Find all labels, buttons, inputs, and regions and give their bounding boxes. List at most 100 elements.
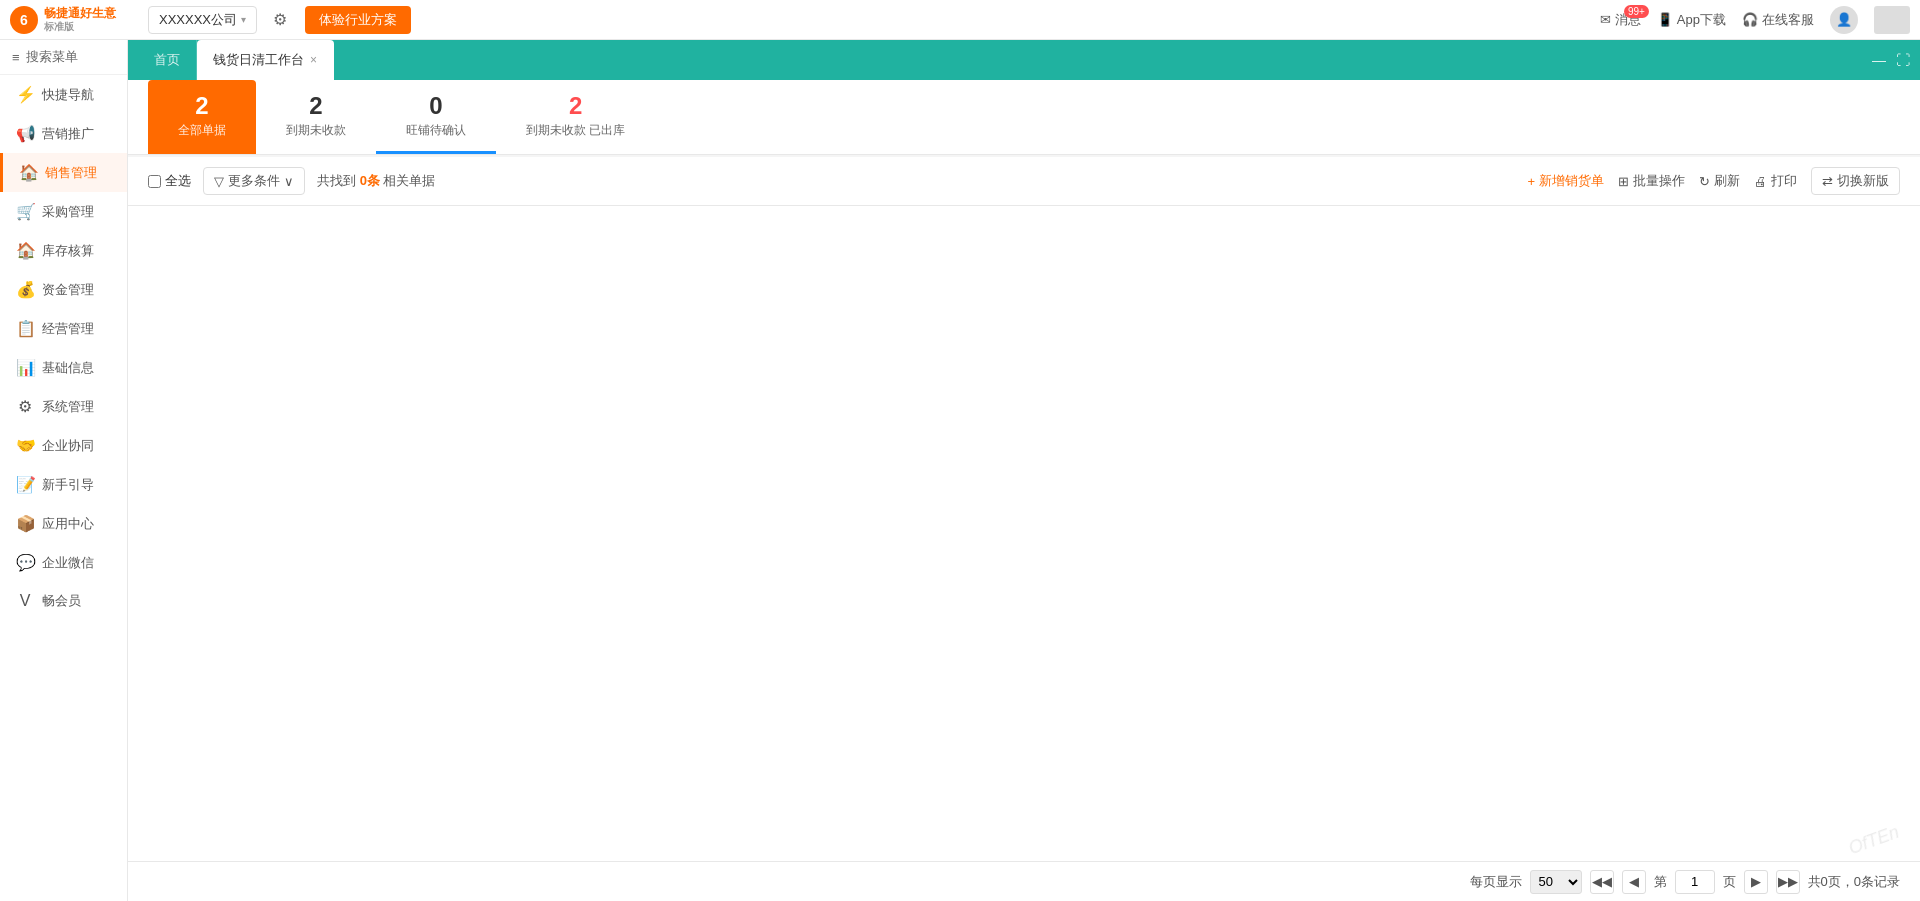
content-area [128,206,1920,901]
sidebar-item-label-system: 系统管理 [42,398,94,416]
operation-icon: 📋 [16,319,34,338]
stat-label-all: 全部单据 [178,122,226,139]
filter-arrow: ∨ [284,174,294,189]
tab-money-goods[interactable]: 钱货日清工作台 × [197,40,334,80]
app-download-label: App下载 [1677,11,1726,29]
stat-num-pending: 0 [429,92,442,120]
stats-tabs: 2 全部单据 2 到期未收款 0 旺铺待确认 2 到期未收款 已出库 [128,80,1920,155]
tab-minimize-btn[interactable]: — [1872,52,1886,68]
refresh-label: 刷新 [1714,172,1740,190]
sidebar-item-inventory[interactable]: 🏠 库存核算 [0,231,127,270]
page-label-di: 第 [1654,873,1667,891]
sidebar-item-basic-info[interactable]: 📊 基础信息 [0,348,127,387]
filter-label: 更多条件 [228,172,280,190]
stat-num-overdue: 2 [309,92,322,120]
sidebar-item-label-marketing: 营销推广 [42,125,94,143]
search-menu-item[interactable]: ≡ 搜索菜单 [0,40,127,75]
filter-icon: ▽ [214,174,224,189]
toolbar: 全选 ▽ 更多条件 ∨ 共找到 0条 相关单据 + 新增销货单 ⊞ 批量操作 ↻… [128,157,1920,206]
message-badge: 99+ [1624,5,1649,18]
basic-info-icon: 📊 [16,358,34,377]
tab-close-icon[interactable]: × [310,53,317,67]
system-icon: ⚙ [16,397,34,416]
sidebar-item-guide[interactable]: 📝 新手引导 [0,465,127,504]
cooperation-icon: 🤝 [16,436,34,455]
sidebar-item-label-cooperation: 企业协同 [42,437,94,455]
switch-icon: ⇄ [1822,174,1833,189]
toolbar-right: + 新增销货单 ⊞ 批量操作 ↻ 刷新 🖨 打印 ⇄ 切换新版 [1527,167,1900,195]
company-selector[interactable]: XXXXXX公司 ▾ [148,6,257,34]
page-label: 页 [1723,873,1736,891]
sidebar-item-quick-nav[interactable]: ⚡ 快捷导航 [0,75,127,114]
user-avatar[interactable]: 👤 [1830,6,1858,34]
stat-tab-shipped[interactable]: 2 到期未收款 已出库 [496,80,655,154]
select-all-input[interactable] [148,175,161,188]
user-menu[interactable] [1874,6,1910,34]
tab-home[interactable]: 首页 [138,40,197,80]
sidebar-item-label-purchase: 采购管理 [42,203,94,221]
message-item[interactable]: ✉ 消息 99+ [1600,11,1641,29]
print-button[interactable]: 🖨 打印 [1754,172,1797,190]
app-download-icon: 📱 [1657,12,1673,27]
sidebar-item-label-sales: 销售管理 [45,164,97,182]
sidebar-item-label-quick-nav: 快捷导航 [42,86,94,104]
first-page-button[interactable]: ◀◀ [1590,870,1614,894]
sidebar-item-label-guide: 新手引导 [42,476,94,494]
avatar-icon: 👤 [1836,12,1852,27]
filter-button[interactable]: ▽ 更多条件 ∨ [203,167,305,195]
sidebar-item-finance[interactable]: 💰 资金管理 [0,270,127,309]
prev-page-button[interactable]: ◀ [1622,870,1646,894]
logo-sub-title: 标准版 [44,21,116,33]
sidebar-item-label-app-center: 应用中心 [42,515,94,533]
quick-nav-icon: ⚡ [16,85,34,104]
select-all-checkbox[interactable]: 全选 [148,172,191,190]
stat-label-shipped: 到期未收款 已出库 [526,122,625,139]
sidebar-item-label-member: 畅会员 [42,592,81,610]
sidebar-item-cooperation[interactable]: 🤝 企业协同 [0,426,127,465]
sidebar-item-purchase[interactable]: 🛒 采购管理 [0,192,127,231]
logo-text: 畅捷通好生意 标准版 [44,6,116,32]
guide-icon: 📝 [16,475,34,494]
sidebar-item-system[interactable]: ⚙ 系统管理 [0,387,127,426]
page-size-select[interactable]: 50 20 100 [1530,870,1582,894]
stat-tab-all[interactable]: 2 全部单据 [148,80,256,154]
sidebar-item-label-finance: 资金管理 [42,281,94,299]
tab-maximize-btn[interactable]: ⛶ [1896,52,1910,68]
app-download-item[interactable]: 📱 App下载 [1657,11,1726,29]
switch-version-button[interactable]: ⇄ 切换新版 [1811,167,1900,195]
sidebar-item-sales[interactable]: 🏠 销售管理 [0,153,127,192]
batch-label: 批量操作 [1633,172,1685,190]
company-dropdown-arrow: ▾ [241,14,246,25]
next-page-button[interactable]: ▶ [1744,870,1768,894]
online-service-item[interactable]: 🎧 在线客服 [1742,11,1814,29]
company-name: XXXXXX公司 [159,11,237,29]
batch-operation-button[interactable]: ⊞ 批量操作 [1618,172,1685,190]
logo-icon: 6 [10,6,38,34]
logo-main-title: 畅捷通好生意 [44,6,116,20]
refresh-button[interactable]: ↻ 刷新 [1699,172,1740,190]
last-page-button[interactable]: ▶▶ [1776,870,1800,894]
sidebar: ≡ 搜索菜单 ⚡ 快捷导航 📢 营销推广 🏠 销售管理 🛒 采购管理 🏠 库存核… [0,40,128,901]
found-text: 共找到 0条 相关单据 [317,172,435,190]
switch-label: 切换新版 [1837,172,1889,190]
settings-button[interactable]: ⚙ [265,5,295,35]
search-menu-label: 搜索菜单 [26,48,78,66]
sidebar-item-operation[interactable]: 📋 经营管理 [0,309,127,348]
tab-right-actions: — ⛶ [1872,52,1910,68]
sidebar-item-member[interactable]: V 畅会员 [0,582,127,620]
sidebar-item-wechat[interactable]: 💬 企业微信 [0,543,127,582]
stat-tab-overdue[interactable]: 2 到期未收款 [256,80,376,154]
add-label: 新增销货单 [1539,172,1604,190]
header-right: ✉ 消息 99+ 📱 App下载 🎧 在线客服 👤 [1600,6,1910,34]
trial-button[interactable]: 体验行业方案 [305,6,411,34]
stat-tab-pending[interactable]: 0 旺铺待确认 [376,80,496,154]
search-menu-icon: ≡ [12,50,20,65]
sidebar-item-marketing[interactable]: 📢 营销推广 [0,114,127,153]
found-suffix: 相关单据 [383,173,435,188]
sidebar-item-app-center[interactable]: 📦 应用中心 [0,504,127,543]
stat-label-pending: 旺铺待确认 [406,122,466,139]
select-all-label: 全选 [165,172,191,190]
add-sales-order-button[interactable]: + 新增销货单 [1527,172,1604,190]
current-page-input[interactable] [1675,870,1715,894]
message-icon: ✉ [1600,12,1611,27]
